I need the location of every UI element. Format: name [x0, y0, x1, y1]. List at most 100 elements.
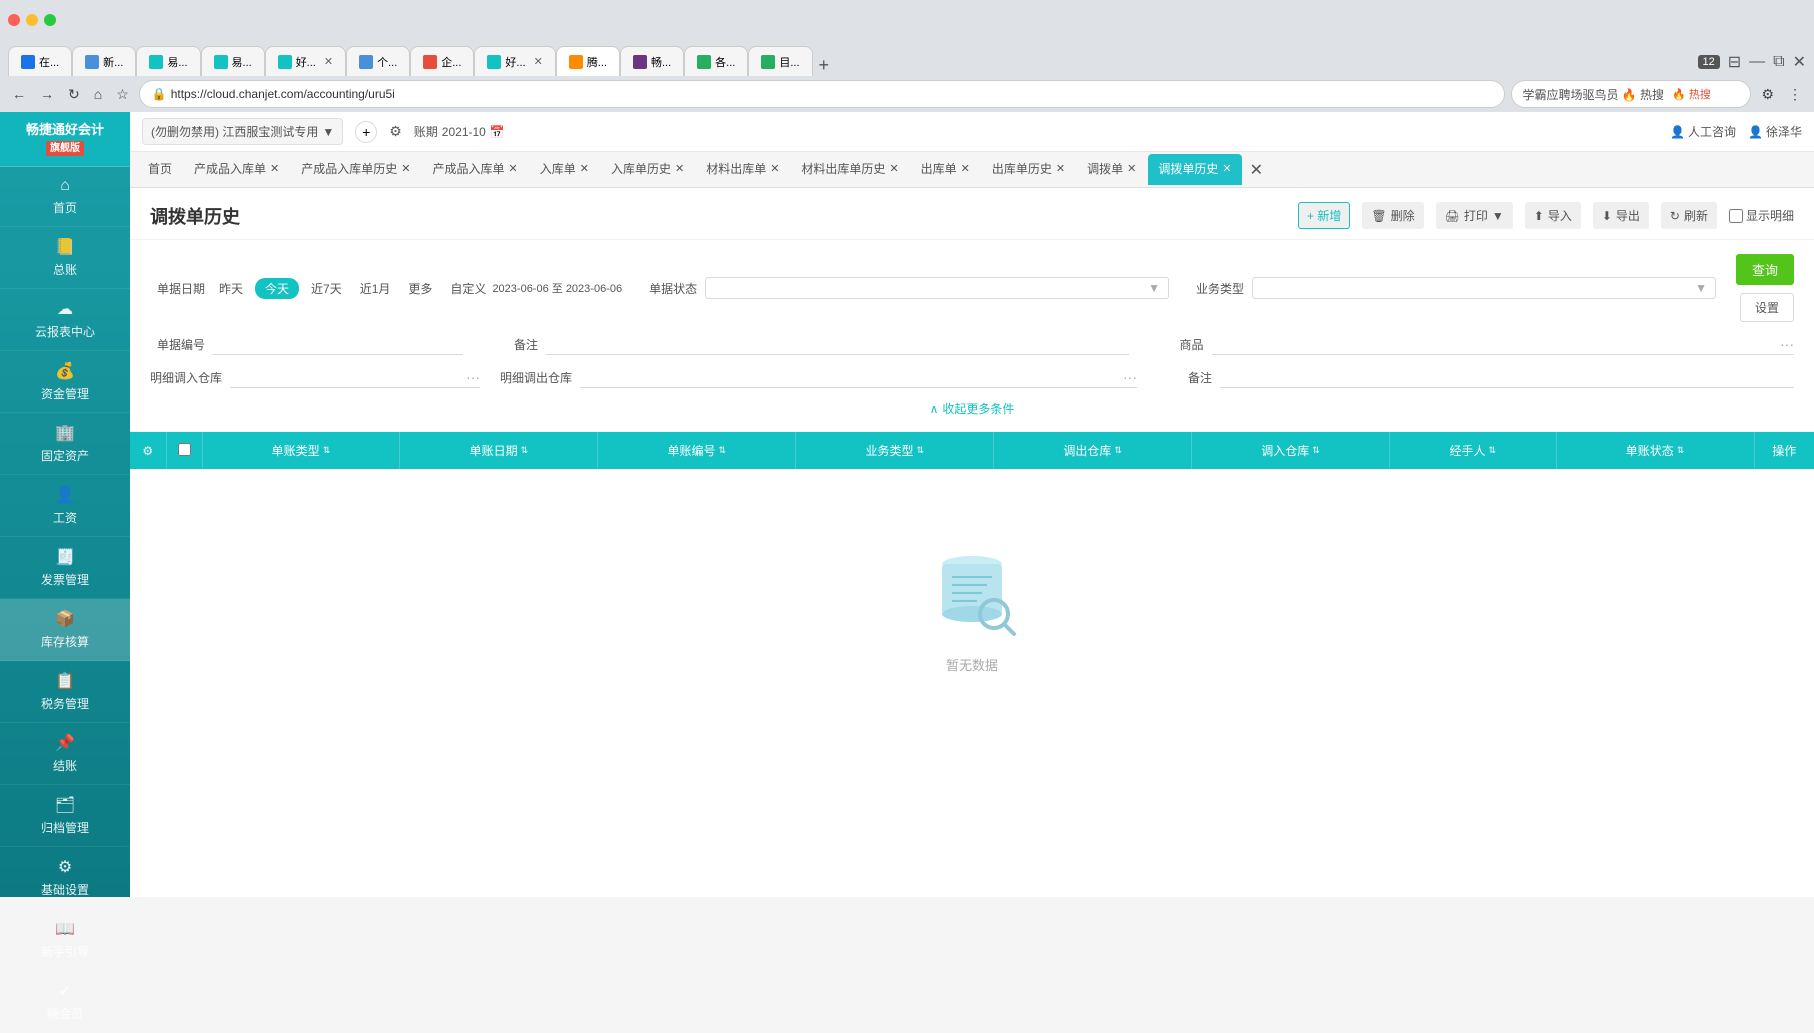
refresh-button[interactable]: ↻ 刷新 — [1661, 202, 1717, 229]
tab-product-in2[interactable]: 产成品入库单 ✕ — [422, 154, 527, 185]
tab-transfer[interactable]: 调拨单 ✕ — [1077, 154, 1146, 185]
tab-out-history[interactable]: 出库单历史 ✕ — [982, 154, 1075, 185]
sidebar-item-invoice[interactable]: 🧾 发票管理 — [0, 537, 130, 599]
tab-product-in-history[interactable]: 产成品入库单历史 ✕ — [291, 154, 420, 185]
company-selector[interactable]: (勿删勿禁用) 江西服宝测试专用 ▼ — [142, 118, 343, 145]
tab-list-icon[interactable]: ⊟ — [1728, 52, 1741, 72]
sidebar-item-tax[interactable]: 📋 税务管理 — [0, 661, 130, 723]
reload-button[interactable]: ↻ — [64, 82, 84, 107]
tab-transfer-history[interactable]: 调拨单历史 ✕ — [1148, 154, 1241, 185]
close-tab-material-out[interactable]: ✕ — [770, 162, 779, 175]
sidebar-item-fund[interactable]: 💰 资金管理 — [0, 351, 130, 413]
service-button[interactable]: 👤 人工咨询 — [1670, 123, 1736, 140]
browser-search[interactable]: 学霸应聘场驱鸟员 🔥 热搜 🔥 热搜 — [1511, 80, 1751, 108]
note-input[interactable] — [546, 334, 1129, 355]
close-tab-out-order[interactable]: ✕ — [961, 162, 970, 175]
show-columns-checkbox[interactable] — [1729, 209, 1743, 223]
browser-tab-11[interactable]: 各... — [684, 46, 748, 76]
browser-tab-10[interactable]: 畅... — [620, 46, 684, 76]
th-no[interactable]: 单账编号 ⇅ — [598, 432, 796, 469]
new-button[interactable]: + 新增 — [1298, 202, 1350, 229]
maximize-btn[interactable] — [44, 14, 56, 26]
sidebar-item-settings[interactable]: ⚙ 基础设置 — [0, 847, 130, 909]
status-select[interactable]: ▼ — [705, 277, 1169, 299]
calendar-icon[interactable]: 📅 — [490, 125, 505, 139]
browser-tab-1[interactable]: 在... — [8, 46, 72, 76]
th-in-wh[interactable]: 调入仓库 ⇅ — [1192, 432, 1390, 469]
print-button[interactable]: 🖨 打印 ▼ — [1436, 202, 1513, 229]
minimize-btn[interactable] — [26, 14, 38, 26]
address-bar[interactable]: 🔒 https://cloud.chanjet.com/accounting/u… — [139, 80, 1506, 108]
user-button[interactable]: 👤 徐泽华 — [1748, 123, 1802, 140]
detail-out-dots-button[interactable]: ··· — [1123, 369, 1137, 385]
goods-dots-button[interactable]: ··· — [1780, 336, 1794, 352]
tab-close-5[interactable]: ✕ — [324, 55, 333, 68]
export-button[interactable]: ⬇ 导出 — [1593, 202, 1649, 229]
delete-button[interactable]: 🗑 删除 — [1362, 202, 1423, 229]
import-button[interactable]: ⬆ 导入 — [1525, 202, 1581, 229]
date-1month[interactable]: 近1月 — [354, 278, 397, 299]
goods-input[interactable] — [1212, 334, 1781, 354]
forward-button[interactable]: → — [36, 82, 58, 106]
favorite-button[interactable]: ☆ — [112, 82, 133, 107]
type-select[interactable]: ▼ — [1252, 277, 1716, 299]
add-company-button[interactable]: + — [355, 121, 377, 143]
browser-tab-2[interactable]: 新... — [72, 46, 136, 76]
tab-material-out-history[interactable]: 材料出库单历史 ✕ — [791, 154, 908, 185]
query-button[interactable]: 查询 — [1736, 254, 1794, 285]
browser-tab-8[interactable]: 好... ✕ — [474, 46, 555, 76]
tab-warehouse-in-history[interactable]: 入库单历史 ✕ — [601, 154, 694, 185]
close-tab-out-history[interactable]: ✕ — [1056, 162, 1065, 175]
sidebar-item-member[interactable]: ✓ 畅会员 — [0, 971, 130, 1033]
date-yesterday[interactable]: 昨天 — [213, 278, 249, 299]
browser-tab-6[interactable]: 个... — [346, 46, 410, 76]
th-out-wh[interactable]: 调出仓库 ⇅ — [994, 432, 1192, 469]
date-custom[interactable]: 自定义 — [444, 278, 492, 299]
show-columns-button[interactable]: 显示明细 — [1729, 207, 1794, 224]
restore-window-icon[interactable]: ⧉ — [1773, 53, 1784, 71]
close-tab-product-in2[interactable]: ✕ — [509, 162, 518, 175]
close-tab-warehouse-in[interactable]: ✕ — [580, 162, 589, 175]
close-tab-transfer-history[interactable]: ✕ — [1222, 162, 1231, 175]
date-7days[interactable]: 近7天 — [305, 278, 348, 299]
date-today[interactable]: 今天 — [255, 278, 299, 299]
collapse-button[interactable]: ∧ 收起更多条件 — [930, 400, 1015, 417]
browser-tab-4[interactable]: 易... — [201, 46, 265, 76]
tab-home[interactable]: 首页 — [138, 154, 182, 185]
browser-tab-active[interactable]: 腾... — [556, 46, 620, 76]
sidebar-item-guide[interactable]: 📖 新手引导 — [0, 909, 130, 971]
close-btn[interactable] — [8, 14, 20, 26]
tab-material-out[interactable]: 材料出库单 ✕ — [696, 154, 789, 185]
order-no-input[interactable] — [213, 334, 463, 355]
extensions-button[interactable]: ⚙ — [1757, 82, 1778, 107]
detail-in-input[interactable] — [230, 367, 466, 387]
more-button[interactable]: ⋮ — [1784, 82, 1806, 107]
sidebar-item-fixed[interactable]: 🏢 固定资产 — [0, 413, 130, 475]
tab-product-in[interactable]: 产成品入库单 ✕ — [184, 154, 289, 185]
home-button[interactable]: ⌂ — [90, 82, 106, 106]
tab-out-order[interactable]: 出库单 ✕ — [911, 154, 980, 185]
th-type[interactable]: 单账类型 ⇅ — [202, 432, 400, 469]
sidebar-item-report[interactable]: ☁ 云报表中心 — [0, 289, 130, 351]
close-all-tabs-button[interactable]: ✕ — [1250, 160, 1263, 180]
th-date[interactable]: 单账日期 ⇅ — [400, 432, 598, 469]
date-more[interactable]: 更多 — [402, 278, 438, 299]
close-window-icon[interactable]: ✕ — [1793, 52, 1806, 72]
close-tab-transfer[interactable]: ✕ — [1127, 162, 1136, 175]
sidebar-item-inventory[interactable]: 📦 库存核算 — [0, 599, 130, 661]
close-tab-material-out-history[interactable]: ✕ — [889, 162, 898, 175]
sidebar-item-archive[interactable]: 🗂 归档管理 — [0, 785, 130, 847]
browser-tab-5[interactable]: 好... ✕ — [265, 46, 346, 76]
sidebar-item-home[interactable]: ⌂ 首页 — [0, 167, 130, 227]
detail-out-input[interactable] — [580, 367, 1123, 387]
th-biz-type[interactable]: 业务类型 ⇅ — [796, 432, 994, 469]
browser-tab-3[interactable]: 易... — [136, 46, 200, 76]
tab-close-8[interactable]: ✕ — [534, 55, 543, 68]
sidebar-item-closing[interactable]: 📌 结账 — [0, 723, 130, 785]
remark-input[interactable] — [1220, 367, 1794, 388]
sidebar-item-salary[interactable]: 👤 工资 — [0, 475, 130, 537]
sidebar-item-ledger[interactable]: 📒 总账 — [0, 227, 130, 289]
back-button[interactable]: ← — [8, 82, 30, 106]
th-checkbox[interactable] — [166, 432, 202, 469]
close-tab-product-in[interactable]: ✕ — [270, 162, 279, 175]
